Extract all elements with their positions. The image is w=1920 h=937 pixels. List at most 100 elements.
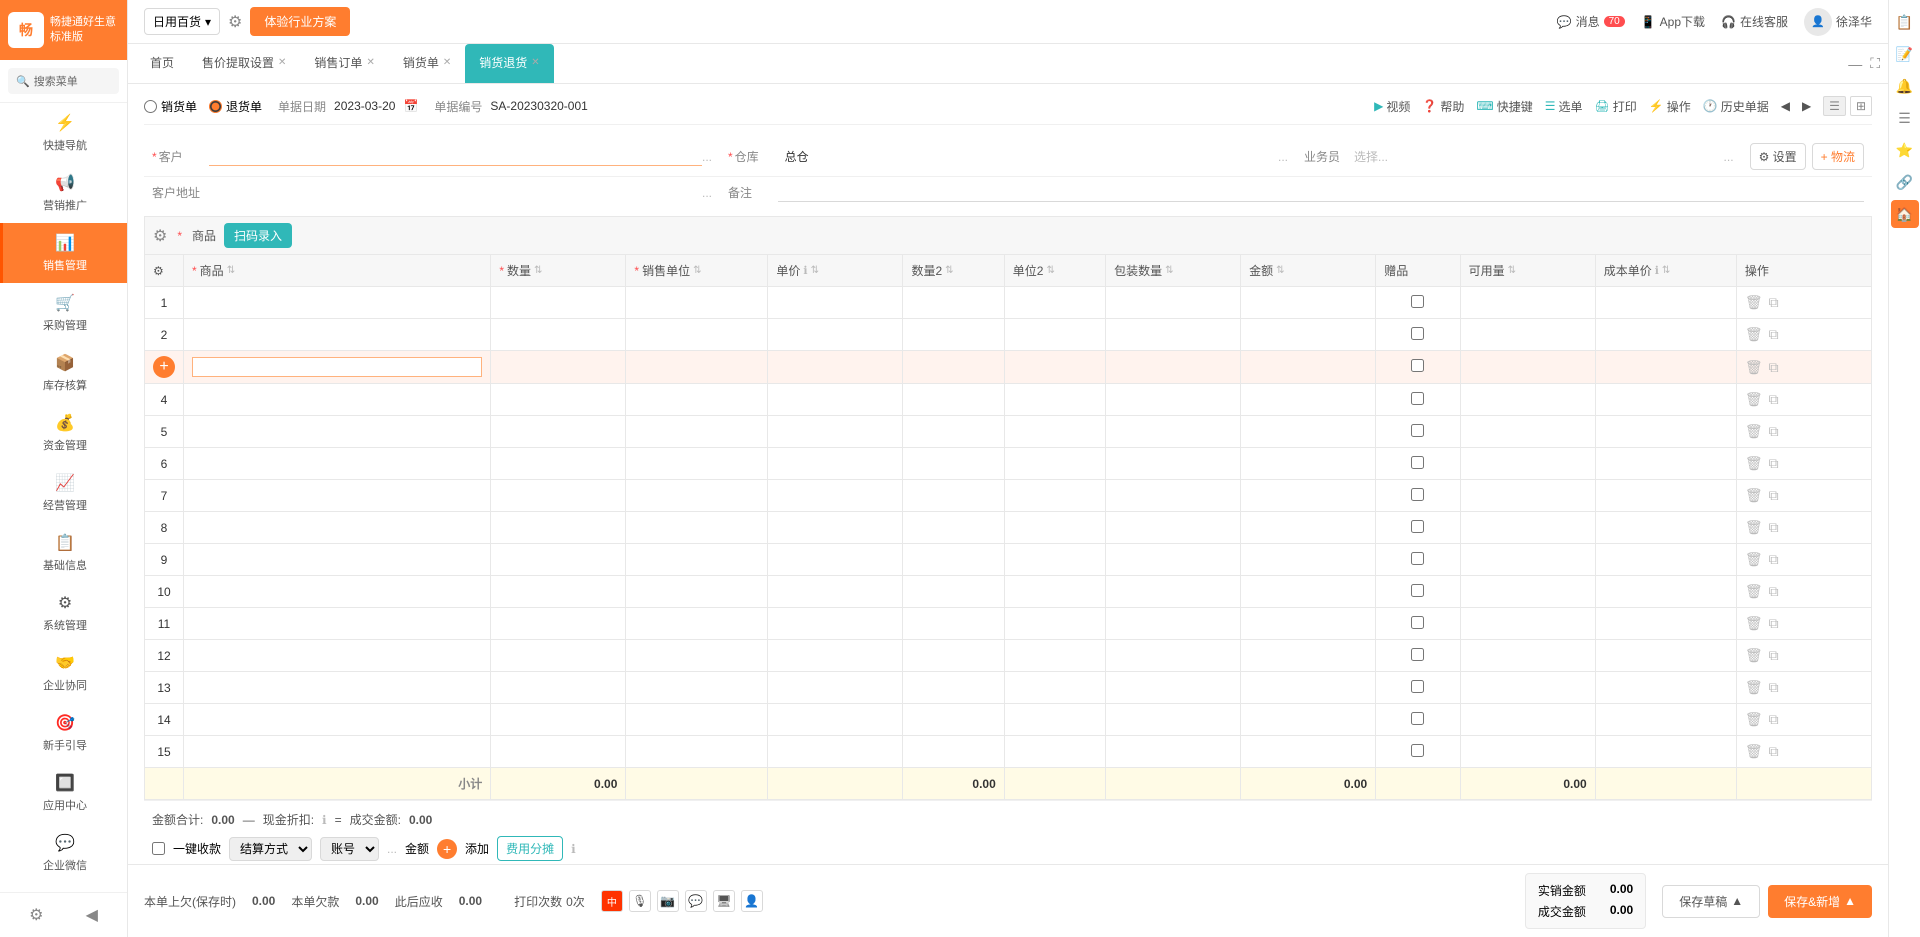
right-panel-btn-5[interactable]: ⭐ <box>1891 136 1919 164</box>
price-info-icon[interactable]: ℹ <box>803 264 807 277</box>
table-settings-icon[interactable]: ⚙ <box>153 226 167 246</box>
note-input[interactable] <box>778 183 1864 202</box>
copy-row-2-btn[interactable]: ⧉ <box>1769 326 1779 343</box>
gift-checkbox-1[interactable] <box>1411 295 1424 308</box>
delete-row-13-btn[interactable]: 🗑 <box>1745 679 1763 696</box>
add-payment-btn[interactable]: + <box>437 839 457 859</box>
sidebar-item-system[interactable]: ⚙ 系统管理 <box>0 583 127 643</box>
type-return-radio[interactable]: 退货单 <box>209 98 262 115</box>
delete-row-4-btn[interactable]: 🗑 <box>1745 391 1763 408</box>
copy-row-6-btn[interactable]: ⧉ <box>1769 455 1779 472</box>
cost-info-icon[interactable]: ℹ <box>1655 264 1659 277</box>
sidebar-item-basic[interactable]: 📋 基础信息 <box>0 523 127 583</box>
shortcut-btn[interactable]: ⌨ 快捷键 <box>1476 98 1532 115</box>
one-click-payment-checkbox[interactable] <box>152 842 165 855</box>
tab-home[interactable]: 首页 <box>136 44 188 83</box>
delete-row-9-btn[interactable]: 🗑 <box>1745 551 1763 568</box>
status-icon-3[interactable]: 📷 <box>657 890 679 912</box>
copy-row-13-btn[interactable]: ⧉ <box>1769 679 1779 696</box>
add-row-btn[interactable]: + <box>153 356 175 378</box>
discount-info-icon[interactable]: ℹ <box>322 813 327 827</box>
delete-row-6-btn[interactable]: 🗑 <box>1745 455 1763 472</box>
right-panel-btn-4[interactable]: ☰ <box>1891 104 1919 132</box>
sidebar-item-wechat[interactable]: 💬 企业微信 <box>0 823 127 883</box>
view-list-btn[interactable]: ☰ <box>1823 96 1846 116</box>
tab-minimize-btn[interactable]: — <box>1848 55 1862 72</box>
sidebar-settings-btn[interactable]: ⚙ <box>25 901 47 929</box>
video-btn[interactable]: ▶ 视频 <box>1374 98 1410 115</box>
sidebar-item-inventory[interactable]: 📦 库存核算 <box>0 343 127 403</box>
user-btn[interactable]: 👤 徐泽华 <box>1804 8 1872 36</box>
address-dots[interactable]: ... <box>702 186 712 200</box>
copy-row-4-btn[interactable]: ⧉ <box>1769 391 1779 408</box>
gift-checkbox-7[interactable] <box>1411 488 1424 501</box>
gift-checkbox-3[interactable] <box>1411 359 1424 372</box>
scan-input-btn[interactable]: 扫码录入 <box>224 223 292 248</box>
copy-row-15-btn[interactable]: ⧉ <box>1769 743 1779 760</box>
search-menu-button[interactable]: 🔍 搜索菜单 <box>8 68 119 94</box>
gift-checkbox-12[interactable] <box>1411 648 1424 661</box>
customer-dots[interactable]: ... <box>702 150 712 164</box>
delete-row-14-btn[interactable]: 🗑 <box>1745 711 1763 728</box>
type-sale-radio[interactable]: 销货单 <box>144 98 197 115</box>
select-btn[interactable]: ☰ 选单 <box>1545 98 1583 115</box>
new-product-input[interactable] <box>192 357 482 377</box>
sort-qty-icon[interactable]: ⇅ <box>534 265 542 276</box>
trial-btn[interactable]: 体验行业方案 <box>250 7 350 36</box>
payment-method-select[interactable]: 结算方式 <box>229 837 312 861</box>
tab-price-setting[interactable]: 售价提取设置 ✕ <box>188 44 300 83</box>
tab-close-sales-delivery[interactable]: ✕ <box>443 57 451 68</box>
payment-account-select[interactable]: 账号 <box>320 837 379 861</box>
customer-input[interactable] <box>209 147 702 166</box>
delete-row-12-btn[interactable]: 🗑 <box>1745 647 1763 664</box>
sort-avail-icon[interactable]: ⇅ <box>1508 265 1516 276</box>
settings-icon[interactable]: ⚙ <box>228 12 242 32</box>
tab-sales-delivery[interactable]: 销货单 ✕ <box>389 44 465 83</box>
tab-close-sales-return[interactable]: ✕ <box>531 57 539 68</box>
expense-split-btn[interactable]: 费用分摊 <box>497 836 563 861</box>
gift-checkbox-13[interactable] <box>1411 680 1424 693</box>
salesperson-dots[interactable]: ... <box>1724 150 1734 164</box>
delete-row-11-btn[interactable]: 🗑 <box>1745 615 1763 632</box>
tab-maximize-btn[interactable]: ⛶ <box>1870 55 1880 72</box>
delete-row-5-btn[interactable]: 🗑 <box>1745 423 1763 440</box>
sidebar-item-finance[interactable]: 💰 资金管理 <box>0 403 127 463</box>
right-panel-btn-2[interactable]: 📝 <box>1891 40 1919 68</box>
add-logistics-btn[interactable]: + 物流 <box>1812 143 1864 170</box>
copy-row-9-btn[interactable]: ⧉ <box>1769 551 1779 568</box>
delete-row-2-btn[interactable]: 🗑 <box>1745 326 1763 343</box>
calendar-icon[interactable]: 📅 <box>403 99 418 113</box>
print-btn[interactable]: 🖨 打印 <box>1595 98 1637 115</box>
tab-sales-order[interactable]: 销售订单 ✕ <box>300 44 388 83</box>
nav-prev-btn[interactable]: ◀ <box>1781 99 1790 113</box>
gift-checkbox-10[interactable] <box>1411 584 1424 597</box>
delete-row-8-btn[interactable]: 🗑 <box>1745 519 1763 536</box>
sort-pkg-icon[interactable]: ⇅ <box>1165 265 1173 276</box>
copy-row-5-btn[interactable]: ⧉ <box>1769 423 1779 440</box>
app-download-btn[interactable]: 📱 App下载 <box>1641 13 1705 30</box>
form-settings-btn[interactable]: ⚙ 设置 <box>1750 143 1806 170</box>
tab-sales-return[interactable]: 销货退货 ✕ <box>465 44 553 83</box>
copy-row-14-btn[interactable]: ⧉ <box>1769 711 1779 728</box>
delete-row-3-btn[interactable]: 🗑 <box>1745 359 1763 376</box>
sort-amount-icon[interactable]: ⇅ <box>1276 265 1284 276</box>
status-icon-4[interactable]: 💬 <box>685 890 707 912</box>
delete-row-10-btn[interactable]: 🗑 <box>1745 583 1763 600</box>
gift-checkbox-15[interactable] <box>1411 744 1424 757</box>
sidebar-item-member[interactable]: 👑 畅会员 <box>0 883 127 892</box>
right-panel-btn-7[interactable]: 🏠 <box>1891 200 1919 228</box>
right-panel-btn-3[interactable]: 🔔 <box>1891 72 1919 100</box>
sidebar-item-enterprise[interactable]: 🤝 企业协同 <box>0 643 127 703</box>
sort-cost-icon[interactable]: ⇅ <box>1662 265 1670 276</box>
gift-checkbox-9[interactable] <box>1411 552 1424 565</box>
copy-row-12-btn[interactable]: ⧉ <box>1769 647 1779 664</box>
copy-row-11-btn[interactable]: ⧉ <box>1769 615 1779 632</box>
delete-row-15-btn[interactable]: 🗑 <box>1745 743 1763 760</box>
online-service-btn[interactable]: 🎧 在线客服 <box>1721 13 1788 30</box>
history-btn[interactable]: 🕐 历史单据 <box>1703 98 1769 115</box>
delete-row-7-btn[interactable]: 🗑 <box>1745 487 1763 504</box>
sidebar-collapse-btn[interactable]: ◀ <box>82 901 102 929</box>
copy-row-1-btn[interactable]: ⧉ <box>1769 294 1779 311</box>
gift-checkbox-14[interactable] <box>1411 712 1424 725</box>
module-select[interactable]: 日用百货 ▾ <box>144 8 220 35</box>
